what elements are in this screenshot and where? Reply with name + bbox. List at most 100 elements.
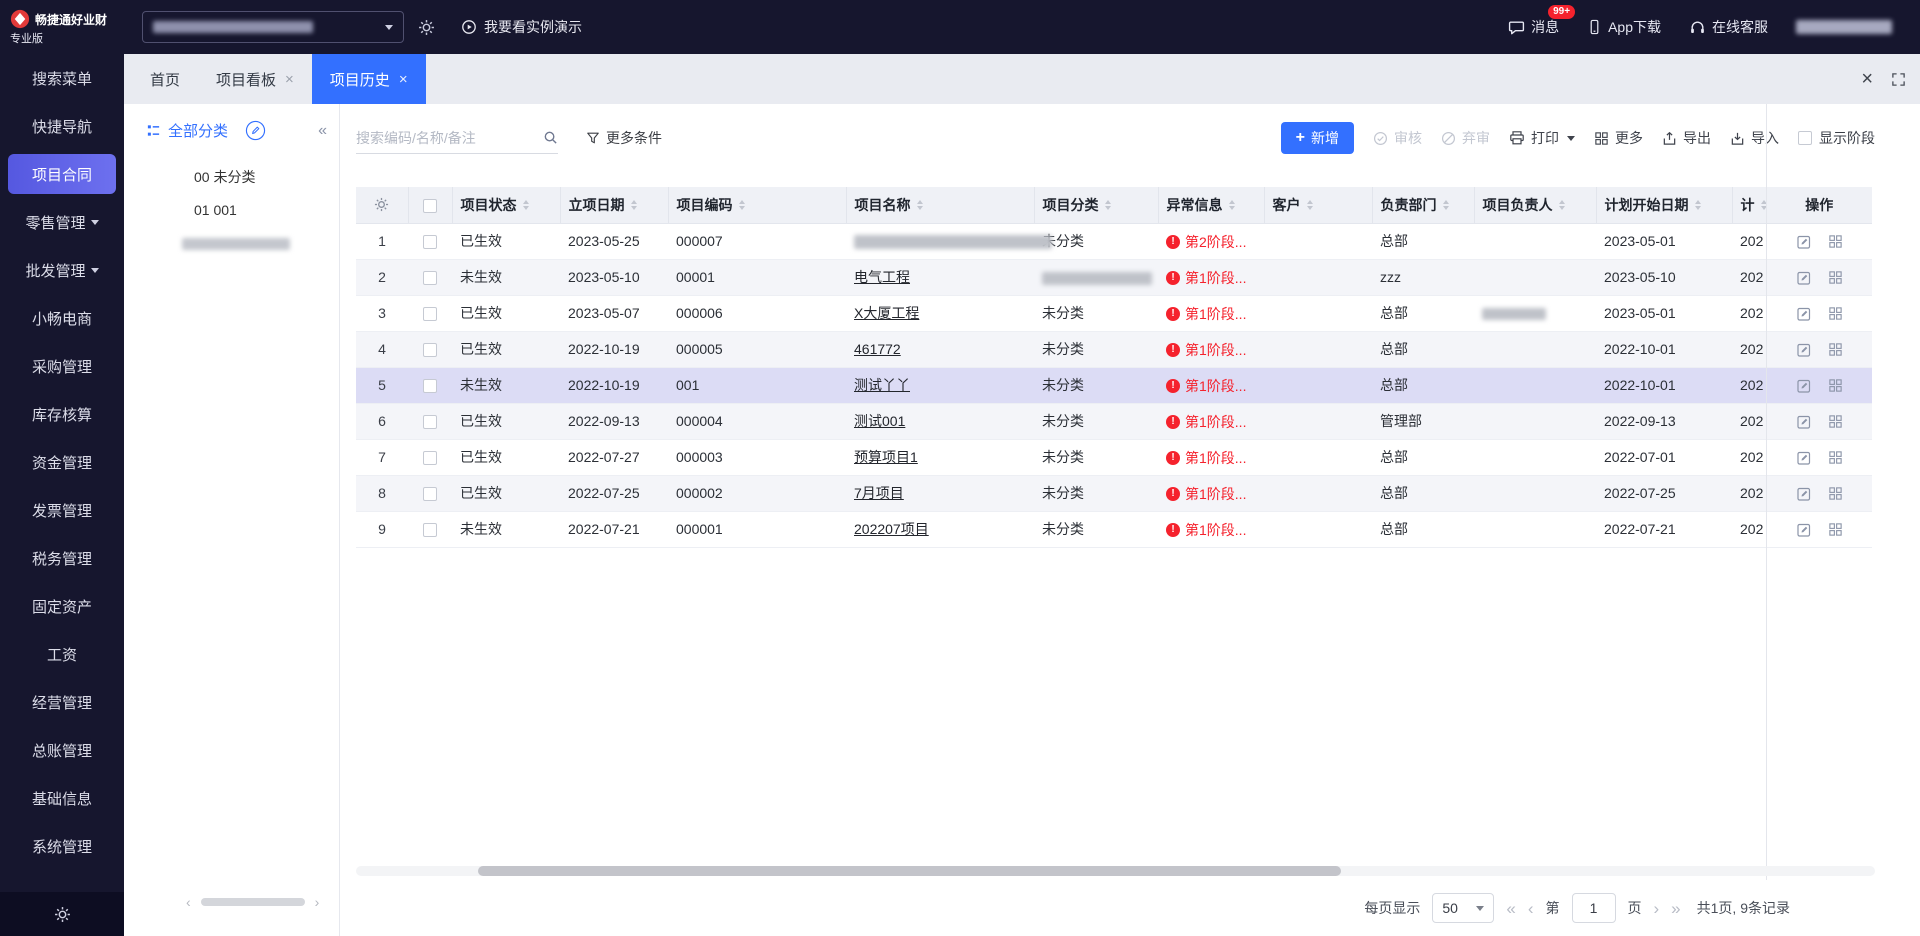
abnormal-link[interactable]: ! 第1阶段... (1166, 304, 1246, 324)
edit-icon[interactable] (1796, 234, 1812, 250)
row-checkbox[interactable] (423, 235, 437, 250)
next-page-icon[interactable]: › (1654, 900, 1660, 917)
edit-icon[interactable] (1796, 486, 1812, 502)
org-select[interactable] (142, 11, 404, 43)
sidebar-item-2[interactable]: 项目合同 (8, 154, 116, 194)
column-header-7[interactable]: 负责部门 (1372, 187, 1475, 224)
sidebar-item-6[interactable]: 采购管理 (0, 342, 124, 390)
category-item-1[interactable]: 01 001 (124, 194, 339, 227)
sidebar-item-4[interactable]: 批发管理 (0, 246, 124, 294)
more-button[interactable]: 更多 (1594, 128, 1643, 148)
category-item-2[interactable] (124, 227, 339, 260)
sidebar-item-11[interactable]: 固定资产 (0, 582, 124, 630)
grid-icon[interactable] (1828, 270, 1843, 285)
sidebar-item-0[interactable]: 搜索菜单 (0, 54, 124, 102)
sidebar-item-13[interactable]: 经营管理 (0, 678, 124, 726)
select-all-checkbox[interactable] (423, 198, 437, 213)
horizontal-scrollbar[interactable] (356, 866, 1875, 876)
project-name-link[interactable]: 测试丫丫 (854, 377, 910, 393)
project-name-link[interactable]: X大厦工程 (854, 305, 919, 321)
column-header-8[interactable]: 项目负责人 (1474, 187, 1597, 224)
category-item-0[interactable]: 00 未分类 (124, 161, 339, 194)
project-name-link[interactable]: 7月项目 (854, 485, 904, 501)
close-tab-icon[interactable]: × (399, 72, 408, 87)
search-icon[interactable] (543, 130, 558, 145)
show-stage-toggle[interactable]: 显示阶段 (1798, 128, 1875, 148)
prev-page-icon[interactable]: ‹ (1528, 900, 1534, 917)
sort-icon[interactable] (1104, 197, 1111, 213)
grid-icon[interactable] (1828, 342, 1843, 357)
edit-icon[interactable] (1796, 522, 1812, 538)
first-page-icon[interactable]: « (1506, 900, 1515, 917)
grid-icon[interactable] (1828, 522, 1843, 537)
close-tab-icon[interactable]: × (285, 72, 294, 87)
sidebar-settings-gear-icon[interactable] (54, 906, 71, 923)
column-header-9[interactable]: 计划开始日期 (1596, 187, 1733, 224)
abnormal-link[interactable]: ! 第1阶段... (1166, 376, 1246, 396)
scroll-left-icon[interactable]: ‹ (186, 894, 191, 910)
column-header-2[interactable]: 项目编码 (668, 187, 847, 224)
column-settings-header[interactable] (356, 187, 409, 224)
sidebar-item-16[interactable]: 系统管理 (0, 822, 124, 870)
app-download-button[interactable]: App下载 (1587, 17, 1661, 37)
abnormal-link[interactable]: ! 第1阶段... (1166, 484, 1246, 504)
edit-icon[interactable] (1796, 342, 1812, 358)
sidebar-item-15[interactable]: 基础信息 (0, 774, 124, 822)
fullscreen-icon[interactable] (1891, 72, 1906, 87)
last-page-icon[interactable]: » (1671, 900, 1680, 917)
grid-icon[interactable] (1828, 414, 1843, 429)
more-filters-button[interactable]: 更多条件 (586, 128, 662, 148)
add-button[interactable]: + 新增 (1280, 122, 1354, 154)
sort-icon[interactable] (916, 197, 923, 213)
edit-icon[interactable] (1796, 378, 1812, 394)
column-header-10[interactable]: 计 (1732, 187, 1767, 224)
row-checkbox[interactable] (423, 307, 437, 322)
messages-button[interactable]: 99+ 消息 (1508, 5, 1576, 37)
row-checkbox[interactable] (423, 379, 437, 394)
abnormal-link[interactable]: ! 第2阶段... (1166, 232, 1246, 252)
close-icon[interactable]: × (1861, 69, 1873, 89)
project-name-link[interactable]: 202207项目 (854, 521, 929, 537)
column-header-11[interactable]: 操作 (1766, 187, 1872, 224)
collapse-panel-icon[interactable]: « (318, 122, 327, 139)
sidebar-item-10[interactable]: 税务管理 (0, 534, 124, 582)
tab-1[interactable]: 项目看板 × (198, 54, 312, 104)
project-name-link[interactable]: 预算项目1 (854, 449, 918, 465)
sort-icon[interactable] (1306, 197, 1313, 213)
row-checkbox[interactable] (423, 487, 437, 502)
column-header-0[interactable]: 项目状态 (452, 187, 561, 224)
scrollbar-thumb[interactable] (478, 866, 1341, 876)
sidebar-item-8[interactable]: 资金管理 (0, 438, 124, 486)
edit-category-icon[interactable] (245, 120, 266, 141)
search-input[interactable] (356, 129, 537, 146)
tab-2[interactable]: 项目历史 × (311, 54, 426, 104)
show-stage-checkbox[interactable] (1798, 131, 1812, 145)
scroll-right-icon[interactable]: › (315, 894, 320, 910)
row-checkbox[interactable] (423, 343, 437, 358)
sort-icon[interactable] (1228, 197, 1235, 213)
project-name-link[interactable]: 电气工程 (854, 269, 910, 285)
column-header-3[interactable]: 项目名称 (846, 187, 1035, 224)
sort-icon[interactable] (630, 197, 637, 213)
per-page-select[interactable]: 50 (1432, 893, 1495, 923)
sidebar-item-1[interactable]: 快捷导航 (0, 102, 124, 150)
user-account-blurred[interactable] (1796, 20, 1892, 34)
sort-icon[interactable] (522, 197, 529, 213)
category-title[interactable]: 全部分类 (168, 120, 228, 141)
edit-icon[interactable] (1796, 414, 1812, 430)
sort-icon[interactable] (1442, 197, 1449, 213)
row-checkbox[interactable] (423, 415, 437, 430)
sort-icon[interactable] (1694, 197, 1701, 213)
grid-icon[interactable] (1828, 378, 1843, 393)
unaudit-button[interactable]: 弃审 (1441, 128, 1490, 148)
online-service-button[interactable]: 在线客服 (1689, 17, 1768, 37)
abnormal-link[interactable]: ! 第1阶段... (1166, 412, 1246, 432)
row-checkbox[interactable] (423, 523, 437, 538)
print-button[interactable]: 打印 (1509, 128, 1575, 148)
sidebar-item-3[interactable]: 零售管理 (0, 198, 124, 246)
column-header-6[interactable]: 客户 (1264, 187, 1373, 224)
import-button[interactable]: 导入 (1730, 128, 1779, 148)
abnormal-link[interactable]: ! 第1阶段... (1166, 268, 1246, 288)
scrollbar-thumb-small[interactable] (200, 898, 305, 906)
edit-icon[interactable] (1796, 270, 1812, 286)
